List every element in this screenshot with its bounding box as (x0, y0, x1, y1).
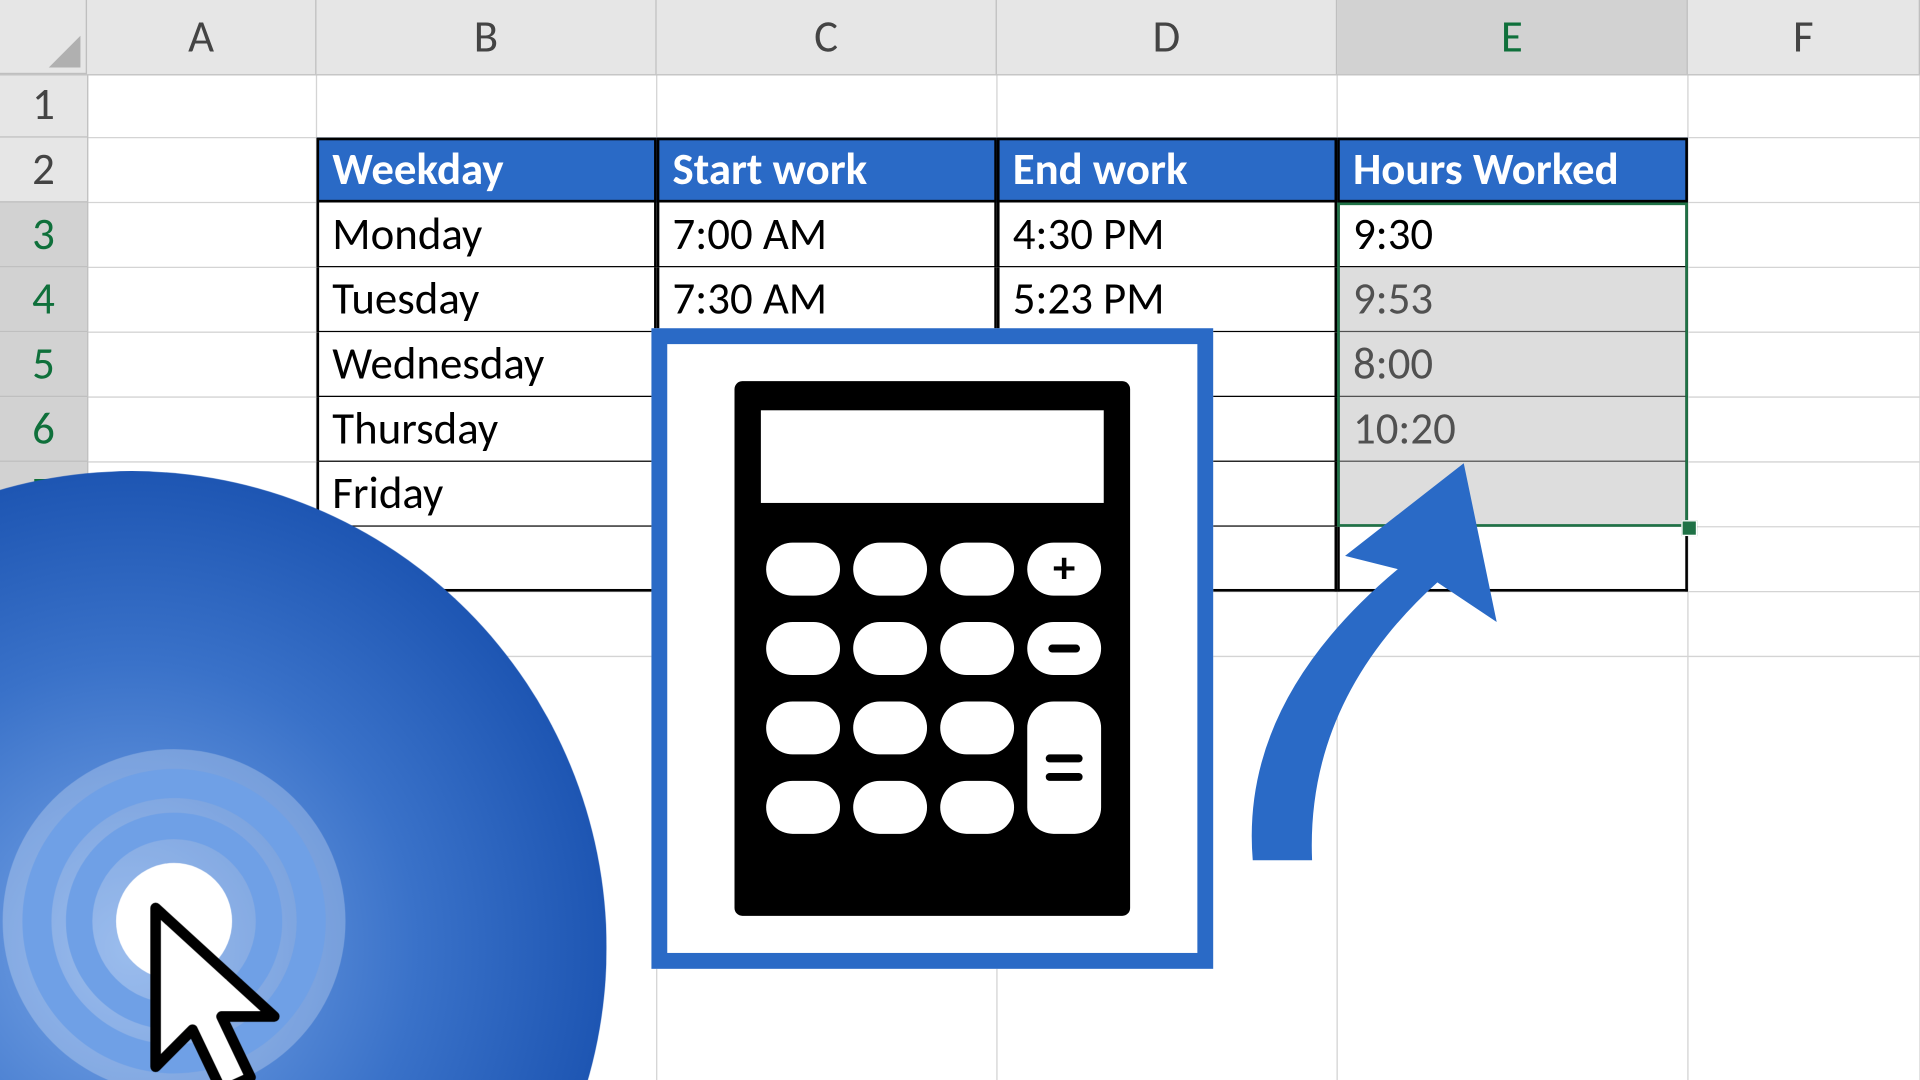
col-header-d[interactable]: D (997, 0, 1337, 74)
cell-c3[interactable]: 7:00 AM (657, 203, 997, 268)
fill-handle[interactable] (1681, 520, 1697, 536)
row-header-2[interactable]: 2 (0, 138, 87, 203)
row-header-1[interactable]: 1 (0, 74, 87, 138)
arrow-icon (1187, 437, 1556, 887)
row-header-4[interactable]: 4 (0, 267, 87, 332)
row-header-5[interactable]: 5 (0, 332, 87, 397)
logo-click-icon (0, 471, 607, 1080)
select-all-triangle[interactable] (0, 0, 87, 74)
cell-d4[interactable]: 5:23 PM (997, 267, 1337, 332)
cell-e3[interactable]: 9:30 (1337, 203, 1688, 268)
header-end-work[interactable]: End work (997, 138, 1337, 203)
row-header-3[interactable]: 3 (0, 203, 87, 268)
cell-b3[interactable]: Monday (316, 203, 656, 268)
header-hours-worked[interactable]: Hours Worked (1337, 138, 1688, 203)
header-weekday[interactable]: Weekday (316, 138, 656, 203)
header-start-work[interactable]: Start work (657, 138, 997, 203)
cell-b4[interactable]: Tuesday (316, 267, 656, 332)
col-header-f[interactable]: F (1688, 0, 1920, 74)
row-header-6[interactable]: 6 (0, 397, 87, 462)
cell-c4[interactable]: 7:30 AM (657, 267, 997, 332)
calculator-card: + (651, 328, 1213, 969)
col-header-a[interactable]: A (87, 0, 316, 74)
svg-text:+: + (1053, 540, 1075, 595)
cell-e5[interactable]: 8:00 (1337, 332, 1688, 397)
calculator-icon: + (667, 344, 1197, 953)
col-header-c[interactable]: C (657, 0, 997, 74)
col-header-e[interactable]: E (1337, 0, 1688, 74)
col-header-b[interactable]: B (316, 0, 656, 74)
cell-b5[interactable]: Wednesday (316, 332, 656, 397)
cell-e4[interactable]: 9:53 (1337, 267, 1688, 332)
cell-d3[interactable]: 4:30 PM (997, 203, 1337, 268)
cell-b6[interactable]: Thursday (316, 397, 656, 462)
